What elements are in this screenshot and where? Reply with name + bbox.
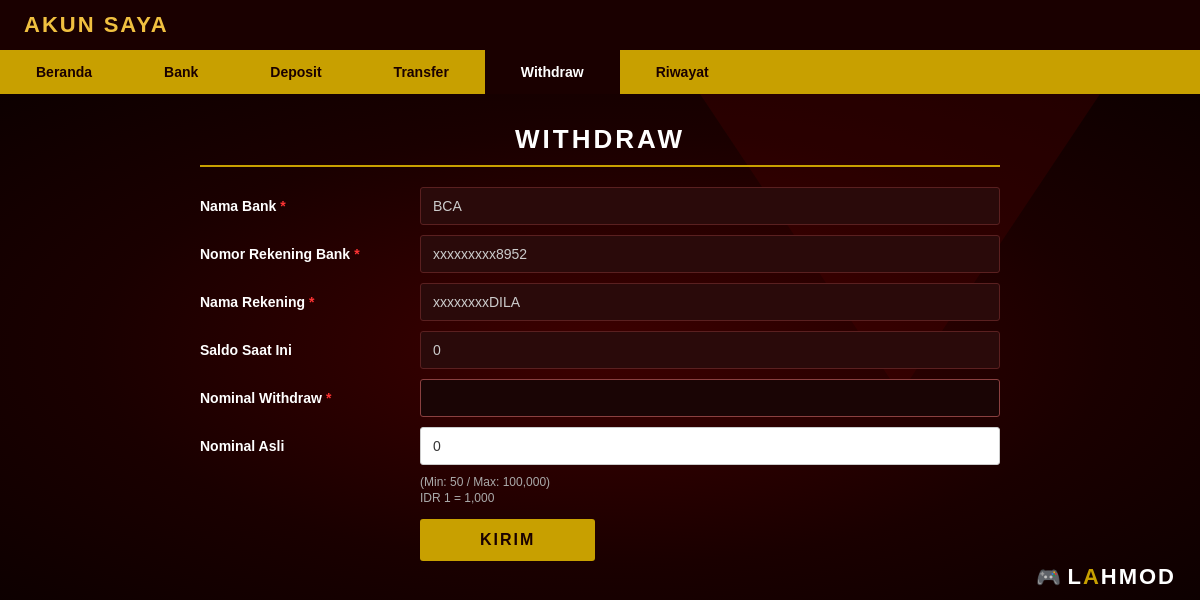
- hint-min-max: (Min: 50 / Max: 100,000): [420, 475, 1000, 489]
- main-content: WITHDRAW Nama Bank* Nomor Rekening Bank*…: [0, 94, 1200, 600]
- app-title: AKUN SAYA: [24, 12, 169, 38]
- row-nominal-asli: Nominal Asli: [200, 427, 1000, 465]
- form-title: WITHDRAW: [200, 124, 1000, 155]
- input-nominal-withdraw[interactable]: [420, 379, 1000, 417]
- row-nomor-rekening: Nomor Rekening Bank*: [200, 235, 1000, 273]
- label-nominal-asli: Nominal Asli: [200, 438, 420, 454]
- required-star-rekening: *: [354, 246, 359, 262]
- kirim-button[interactable]: KIRIM: [420, 519, 595, 561]
- watermark-text: LAHMOD: [1067, 564, 1176, 590]
- withdraw-form: WITHDRAW Nama Bank* Nomor Rekening Bank*…: [200, 124, 1000, 561]
- input-nama-bank[interactable]: [420, 187, 1000, 225]
- watermark: 🎮 LAHMOD: [1036, 564, 1176, 590]
- nav-deposit[interactable]: Deposit: [234, 50, 357, 94]
- required-star-nominal: *: [326, 390, 331, 406]
- input-nominal-asli[interactable]: [420, 427, 1000, 465]
- input-nomor-rekening[interactable]: [420, 235, 1000, 273]
- title-divider: [200, 165, 1000, 167]
- label-nominal-withdraw: Nominal Withdraw*: [200, 390, 420, 406]
- row-nama-bank: Nama Bank*: [200, 187, 1000, 225]
- nav-beranda[interactable]: Beranda: [0, 50, 128, 94]
- nav-transfer[interactable]: Transfer: [358, 50, 485, 94]
- navigation: Beranda Bank Deposit Transfer Withdraw R…: [0, 50, 1200, 94]
- label-saldo: Saldo Saat Ini: [200, 342, 420, 358]
- label-nama-bank: Nama Bank*: [200, 198, 420, 214]
- label-nama-rekening: Nama Rekening*: [200, 294, 420, 310]
- header: AKUN SAYA: [0, 0, 1200, 50]
- required-star-nama-rek: *: [309, 294, 314, 310]
- submit-row: KIRIM: [420, 519, 1000, 561]
- label-nomor-rekening: Nomor Rekening Bank*: [200, 246, 420, 262]
- required-star-bank: *: [280, 198, 285, 214]
- input-saldo[interactable]: [420, 331, 1000, 369]
- nav-withdraw[interactable]: Withdraw: [485, 50, 620, 94]
- watermark-icon: 🎮: [1036, 565, 1061, 589]
- nav-riwayat[interactable]: Riwayat: [620, 50, 745, 94]
- row-saldo: Saldo Saat Ini: [200, 331, 1000, 369]
- row-nama-rekening: Nama Rekening*: [200, 283, 1000, 321]
- nav-bank[interactable]: Bank: [128, 50, 234, 94]
- input-nama-rekening[interactable]: [420, 283, 1000, 321]
- hint-idr: IDR 1 = 1,000: [420, 491, 1000, 505]
- row-nominal-withdraw: Nominal Withdraw*: [200, 379, 1000, 417]
